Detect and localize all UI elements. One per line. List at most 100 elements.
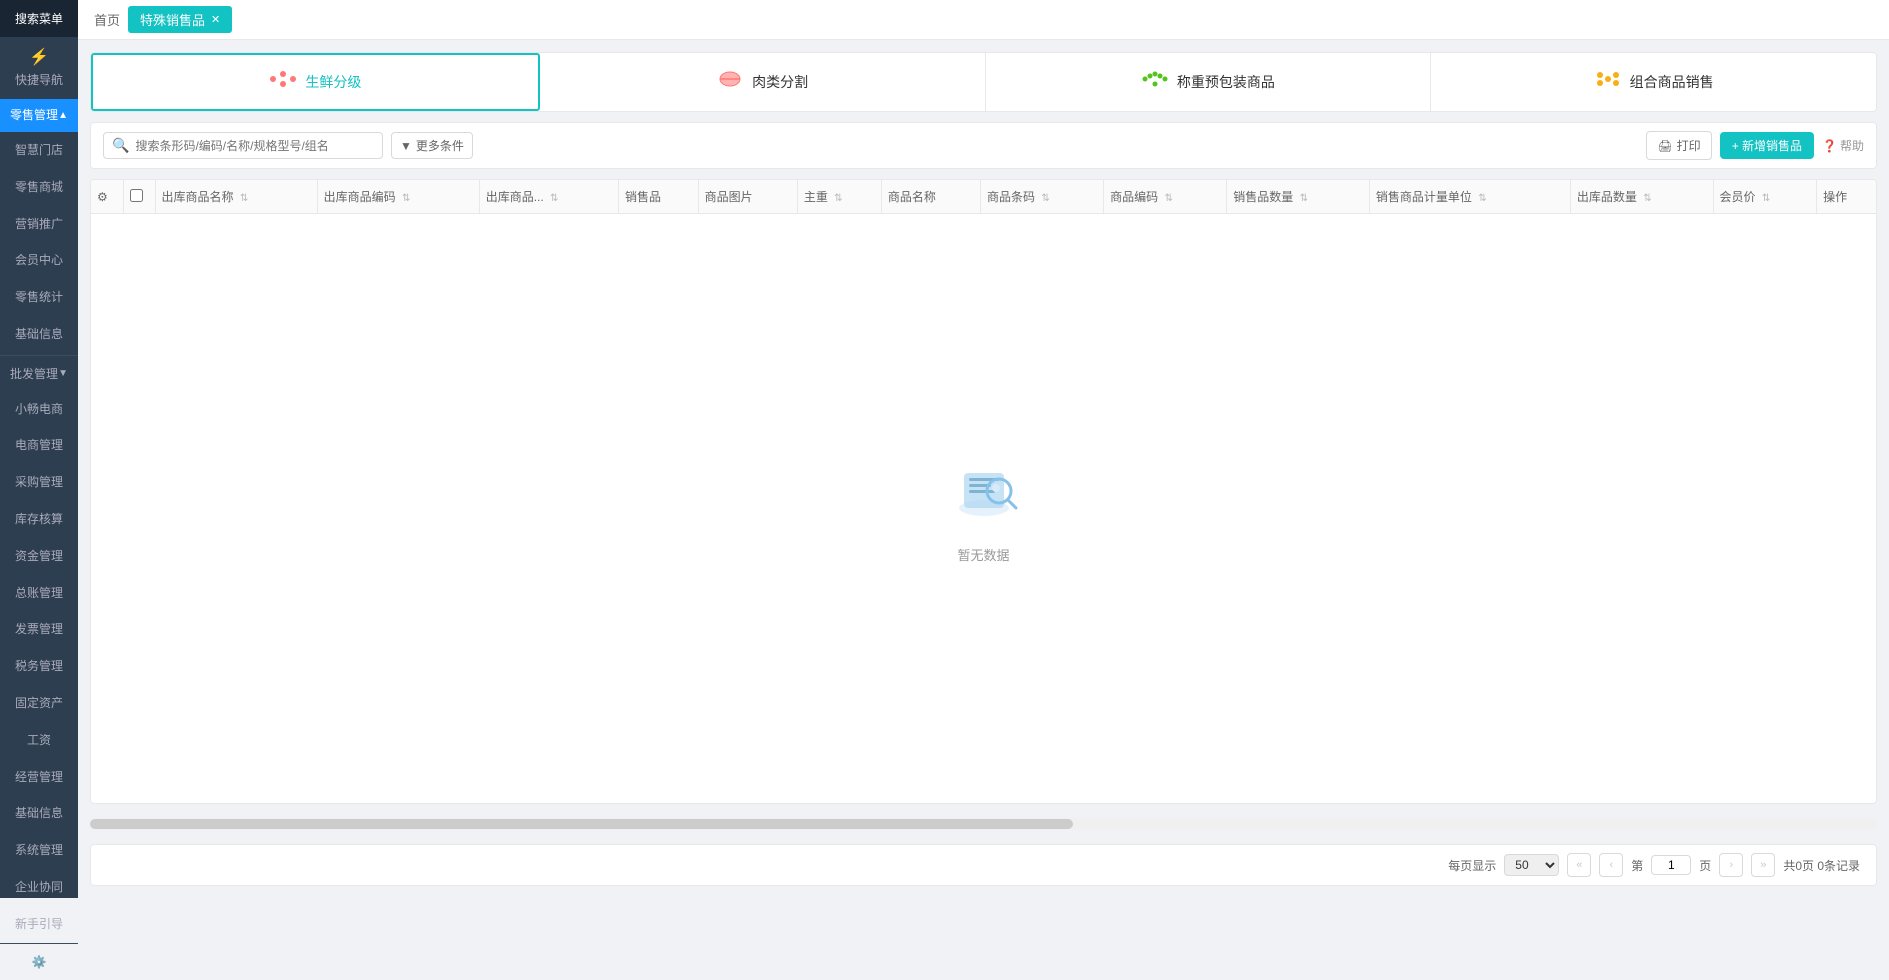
th-product-name[interactable]: 商品名称 xyxy=(881,180,980,214)
sort-icon: ⇅ xyxy=(1041,193,1049,204)
sidebar-item-smart-store[interactable]: 智慧门店 xyxy=(0,132,78,169)
page-content: 生鲜分级 肉类分割 xyxy=(78,40,1889,898)
tab-fresh-grading[interactable]: 生鲜分级 xyxy=(91,53,540,111)
prev-page-button[interactable]: ‹ xyxy=(1599,853,1623,877)
table-container: ⚙ 出库商品名称 ⇅ 出库商品编码 ⇅ xyxy=(90,179,1877,804)
filter-button[interactable]: ▼ 更多条件 xyxy=(391,132,473,159)
sidebar-item-ops-mgmt[interactable]: 经营管理 xyxy=(0,759,78,796)
toolbar: 🔍 ▼ 更多条件 🖨 打印 + 新增销售品 ❓ 帮助 xyxy=(90,122,1877,169)
meat-cutting-icon xyxy=(716,69,744,95)
last-page-button[interactable]: » xyxy=(1751,853,1775,877)
chevron-icon: ▲ xyxy=(58,109,68,123)
help-button[interactable]: ❓ 帮助 xyxy=(1822,137,1864,154)
active-tab[interactable]: 特殊销售品 ✕ xyxy=(128,6,232,33)
th-setting[interactable]: ⚙ xyxy=(91,180,123,214)
sidebar-logo[interactable]: 搜索菜单 xyxy=(0,0,78,37)
th-weight[interactable]: 主重 ⇅ xyxy=(797,180,881,214)
sidebar-item-general-ledger[interactable]: 总账管理 xyxy=(0,575,78,612)
sidebar-item-salary[interactable]: 工资 xyxy=(0,722,78,759)
scrollbar-thumb[interactable] xyxy=(90,819,1073,829)
sidebar-item-tax-mgmt[interactable]: 税务管理 xyxy=(0,648,78,685)
sidebar-item-retail-mall[interactable]: 零售商城 xyxy=(0,169,78,206)
tab-combo-product[interactable]: 组合商品销售 xyxy=(1431,53,1876,111)
tab-close-button[interactable]: ✕ xyxy=(211,13,220,26)
table-header-row: ⚙ 出库商品名称 ⇅ 出库商品编码 ⇅ xyxy=(91,180,1876,214)
search-icon: 🔍 xyxy=(112,137,129,154)
sidebar-item-wholesale-mgmt[interactable]: 批发管理 ▼ xyxy=(0,358,78,391)
sidebar-item-invoice-mgmt[interactable]: 发票管理 xyxy=(0,611,78,648)
next-page-button[interactable]: › xyxy=(1719,853,1743,877)
page-size-select[interactable]: 10 20 50 100 xyxy=(1504,854,1559,876)
horizontal-scrollbar[interactable] xyxy=(90,818,1877,830)
sort-icon: ⇅ xyxy=(550,193,558,204)
sidebar-item-inventory[interactable]: 库存核算 xyxy=(0,501,78,538)
chevron-down-icon: ▼ xyxy=(58,367,68,381)
print-button[interactable]: 🖨 打印 xyxy=(1646,131,1711,160)
sidebar-item-quick-nav[interactable]: ⚡ 快捷导航 xyxy=(0,37,78,99)
pagination: 每页显示 10 20 50 100 « ‹ 第 页 › » 共0页 0条记录 xyxy=(90,844,1877,886)
th-sales-qty[interactable]: 销售品数量 ⇅ xyxy=(1227,180,1370,214)
filter-icon: ▼ xyxy=(400,139,412,153)
sidebar-item-system-mgmt[interactable]: 系统管理 xyxy=(0,832,78,869)
th-out-qty[interactable]: 出库品数量 ⇅ xyxy=(1570,180,1713,214)
sidebar-item-finance[interactable]: 资金管理 xyxy=(0,538,78,575)
th-out-product-spec[interactable]: 出库商品... ⇅ xyxy=(479,180,618,214)
sidebar-item-fixed-assets[interactable]: 固定资产 xyxy=(0,685,78,722)
sort-icon: ⇅ xyxy=(1478,193,1486,204)
sort-icon: ⇅ xyxy=(1300,193,1308,204)
tab-weigh-package[interactable]: 称重预包装商品 xyxy=(986,53,1432,111)
sidebar-item-purchase-mgmt[interactable]: 采购管理 xyxy=(0,464,78,501)
fresh-grading-icon xyxy=(269,69,297,95)
sidebar-item-new-guide[interactable]: 新手引导 xyxy=(0,906,78,943)
sort-icon: ⇅ xyxy=(1165,193,1173,204)
total-info: 共0页 0条记录 xyxy=(1783,857,1860,874)
category-tabs: 生鲜分级 肉类分割 xyxy=(90,52,1877,112)
th-sales-product[interactable]: 销售品 xyxy=(619,180,699,214)
sidebar-item-enterprise[interactable]: 企业协同 xyxy=(0,869,78,906)
th-member-price[interactable]: 会员价 ⇅ xyxy=(1713,180,1817,214)
th-checkbox[interactable] xyxy=(123,180,155,214)
new-sales-product-button[interactable]: + 新增销售品 xyxy=(1720,132,1814,159)
toolbar-left: 🔍 ▼ 更多条件 xyxy=(103,132,473,159)
sidebar-item-retail-mgmt[interactable]: 零售管理 ▲ xyxy=(0,99,78,132)
column-setting-icon[interactable]: ⚙ xyxy=(97,190,108,204)
sort-icon: ⇅ xyxy=(240,193,248,204)
th-product-code[interactable]: 商品编码 ⇅ xyxy=(1104,180,1227,214)
data-table: ⚙ 出库商品名称 ⇅ 出库商品编码 ⇅ xyxy=(91,180,1876,214)
select-all-checkbox[interactable] xyxy=(130,189,143,202)
sort-icon: ⇅ xyxy=(834,193,842,204)
sidebar-item-member-center[interactable]: 会员中心 xyxy=(0,242,78,279)
th-out-product-name[interactable]: 出库商品名称 ⇅ xyxy=(155,180,317,214)
first-page-button[interactable]: « xyxy=(1567,853,1591,877)
empty-state: 暂无数据 xyxy=(91,214,1876,803)
empty-icon xyxy=(944,453,1024,533)
th-sales-unit[interactable]: 销售商品计量单位 ⇅ xyxy=(1369,180,1570,214)
th-out-product-code[interactable]: 出库商品编码 ⇅ xyxy=(317,180,479,214)
settings-icon: ⚙️ xyxy=(32,954,47,971)
th-product-barcode[interactable]: 商品条码 ⇅ xyxy=(981,180,1104,214)
sort-icon: ⇅ xyxy=(402,193,410,204)
sidebar-item-marketing[interactable]: 营销推广 xyxy=(0,206,78,243)
sidebar-item-ecommerce-mgmt[interactable]: 电商管理 xyxy=(0,427,78,464)
sidebar: 搜索菜单 ⚡ 快捷导航 零售管理 ▲ 智慧门店 零售商城 营销推广 会员中心 零… xyxy=(0,0,78,898)
sort-icon: ⇅ xyxy=(1643,193,1651,204)
sidebar-settings: ⚙️ xyxy=(0,943,78,980)
th-product-image[interactable]: 商品图片 xyxy=(698,180,797,214)
main-content: 首页 特殊销售品 ✕ 生鲜分级 xyxy=(78,0,1889,898)
page-number-input[interactable] xyxy=(1651,855,1691,875)
tab-meat-cutting[interactable]: 肉类分割 xyxy=(540,53,986,111)
sidebar-item-basic-info[interactable]: 基础信息 xyxy=(0,316,78,353)
sidebar-item-mini-ecommerce[interactable]: 小畅电商 xyxy=(0,391,78,428)
th-action: 操作 xyxy=(1817,180,1876,214)
breadcrumb-home[interactable]: 首页 xyxy=(94,10,120,29)
help-icon: ❓ xyxy=(1822,139,1837,153)
weigh-package-icon xyxy=(1141,69,1169,95)
toolbar-right: 🖨 打印 + 新增销售品 ❓ 帮助 xyxy=(1646,131,1864,160)
print-icon: 🖨 xyxy=(1657,139,1672,153)
topbar: 首页 特殊销售品 ✕ xyxy=(78,0,1889,40)
settings-button[interactable]: ⚙️ xyxy=(0,944,78,980)
search-box[interactable]: 🔍 xyxy=(103,132,383,159)
sidebar-item-basic-info2[interactable]: 基础信息 xyxy=(0,795,78,832)
sidebar-item-retail-stats[interactable]: 零售统计 xyxy=(0,279,78,316)
search-input[interactable] xyxy=(135,139,374,153)
